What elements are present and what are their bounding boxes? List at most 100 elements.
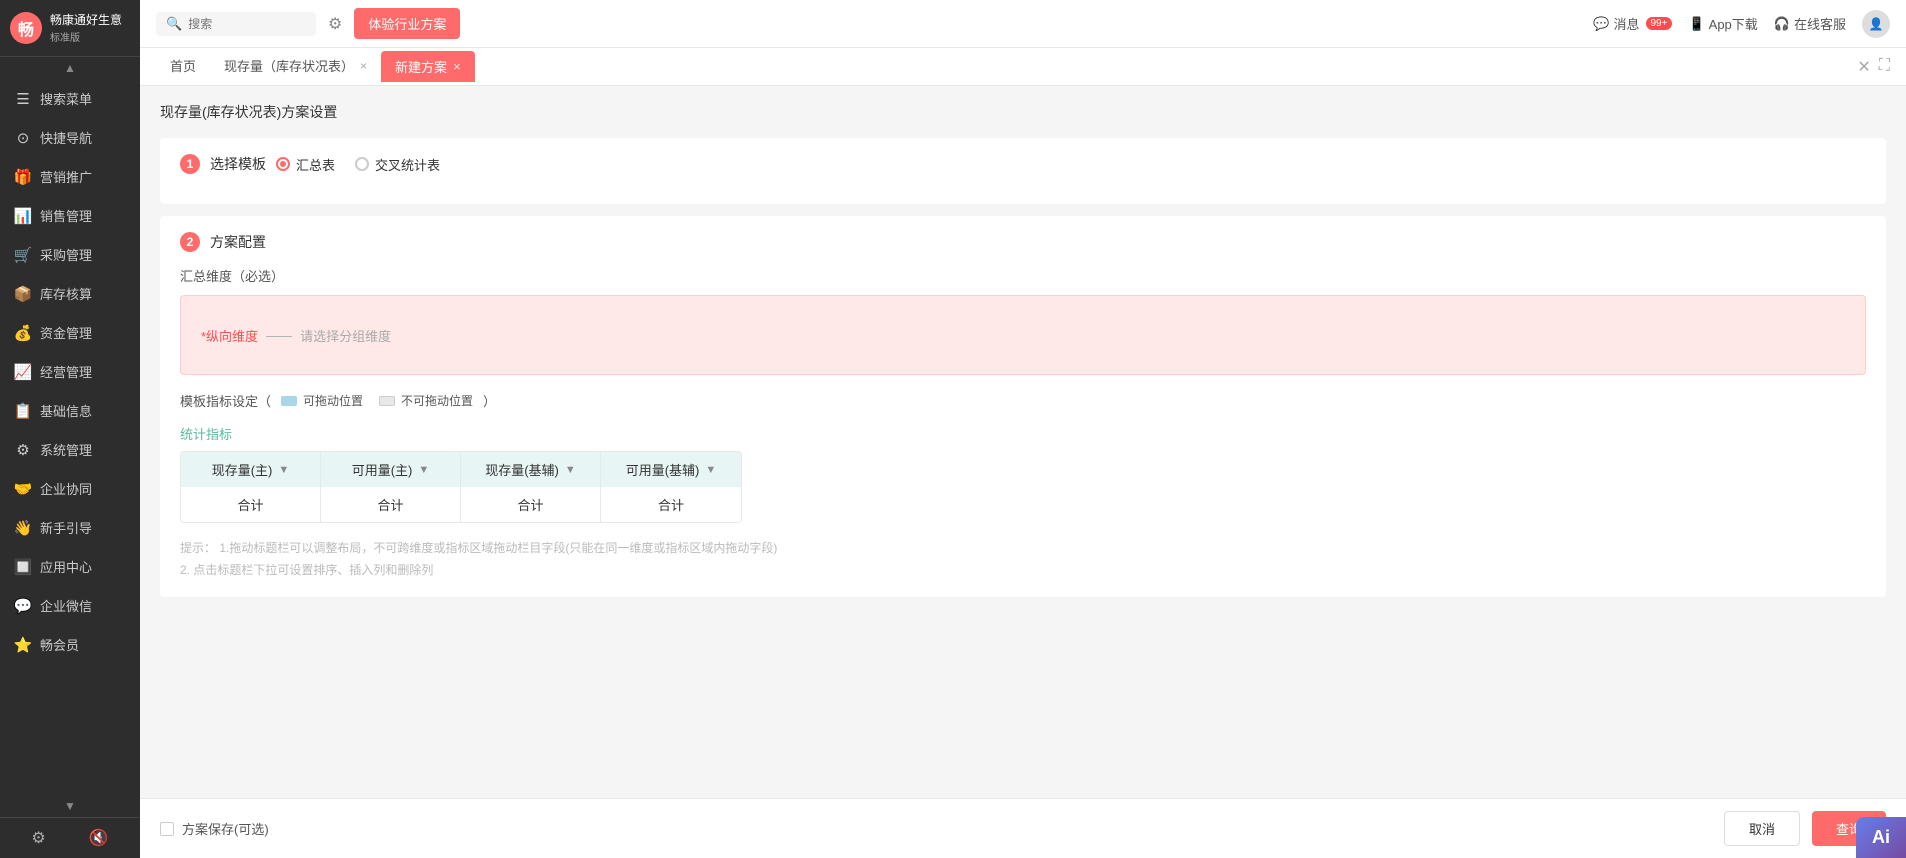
sidebar-label-sales: 销售管理 <box>40 206 92 225</box>
app-logo-icon: 畅 <box>10 12 42 44</box>
sidebar-item-marketing[interactable]: 🎁 营销推广 <box>0 157 140 196</box>
stats-col-header-label-0: 现存量(主) <box>212 460 273 479</box>
cancel-button[interactable]: 取消 <box>1724 811 1800 846</box>
col-dropdown-0[interactable]: ▼ <box>278 464 289 476</box>
sidebar-nav: ☰ 搜索菜单 ⊙ 快捷导航 🎁 营销推广 📊 销售管理 🛒 采购管理 📦 库存核… <box>0 79 140 795</box>
tabs-bar: 首页 现存量（库存状况表） × 新建方案 × ✕ ⛶ <box>140 48 1906 86</box>
legend-movable-label: 可拖动位置 <box>303 392 363 409</box>
topbar-online-service[interactable]: 🎧 在线客服 <box>1774 14 1846 33</box>
stats-col-header-1[interactable]: 可用量(主) ▼ <box>321 452 461 487</box>
sidebar-scroll-down[interactable]: ▼ <box>0 795 140 817</box>
search-icon: 🔍 <box>166 16 182 32</box>
tab-inventory-close[interactable]: × <box>360 59 367 73</box>
main-area: 🔍 ⚙ 体验行业方案 💬 消息 99+ 📱 App下载 🎧 在线客服 👤 <box>140 0 1906 858</box>
dimension-area[interactable]: *纵向维度 —— 请选择分组维度 <box>180 295 1866 375</box>
radio-summary[interactable]: 汇总表 <box>276 155 335 174</box>
tab-home[interactable]: 首页 <box>156 48 210 85</box>
sidebar-item-purchase[interactable]: 🛒 采购管理 <box>0 235 140 274</box>
message-label: 消息 <box>1613 14 1639 33</box>
message-icon: 💬 <box>1593 16 1609 32</box>
stats-col-body-3: 合计 <box>601 487 741 522</box>
stats-col-header-0[interactable]: 现存量(主) ▼ <box>181 452 321 487</box>
tab-new-scheme-label: 新建方案 <box>395 57 447 76</box>
tab-minimize-icon[interactable]: ✕ <box>1857 57 1870 77</box>
sidebar-item-search-menu[interactable]: ☰ 搜索菜单 <box>0 79 140 118</box>
tab-inventory[interactable]: 现存量（库存状况表） × <box>210 48 381 85</box>
sidebar-item-system[interactable]: ⚙ 系统管理 <box>0 430 140 469</box>
legend-color-fixed <box>379 396 395 406</box>
step1-badge: 1 <box>180 154 200 174</box>
marketing-icon: 🎁 <box>14 168 32 186</box>
hint-line-2: 2. 点击标题栏下拉可设置排序、插入列和删除列 <box>180 560 1866 582</box>
sidebar-logo: 畅 畅康通好生意 标准版 <box>0 0 140 57</box>
sidebar-label-member: 畅会员 <box>40 635 79 654</box>
col-dropdown-2[interactable]: ▼ <box>565 464 576 476</box>
trial-industry-button[interactable]: 体验行业方案 <box>354 8 460 39</box>
sidebar-item-newbie[interactable]: 👋 新手引导 <box>0 508 140 547</box>
hint-line-1: 提示： 1.拖动标题栏可以调整布局，不可跨维度或指标区域拖动栏目字段(只能在同一… <box>180 538 1866 560</box>
col-dropdown-1[interactable]: ▼ <box>418 464 429 476</box>
operations-icon: 📈 <box>14 363 32 381</box>
sidebar-label-app-center: 应用中心 <box>40 557 92 576</box>
content-area: 现存量(库存状况表)方案设置 1 选择模板 汇总表 交叉统计表 <box>140 86 1906 798</box>
sidebar-item-wechat[interactable]: 💬 企业微信 <box>0 586 140 625</box>
sidebar: 畅 畅康通好生意 标准版 ▲ ☰ 搜索菜单 ⊙ 快捷导航 🎁 营销推广 📊 销售… <box>0 0 140 858</box>
search-input[interactable] <box>188 17 288 31</box>
sidebar-item-sales[interactable]: 📊 销售管理 <box>0 196 140 235</box>
tab-new-scheme-close[interactable]: × <box>453 59 461 74</box>
sidebar-label-finance: 资金管理 <box>40 323 92 342</box>
dimension-required-text: *纵向维度 <box>201 326 258 345</box>
stats-col-header-2[interactable]: 现存量(基辅) ▼ <box>461 452 601 487</box>
sidebar-item-basic-info[interactable]: 📋 基础信息 <box>0 391 140 430</box>
radio-cross[interactable]: 交叉统计表 <box>355 155 440 174</box>
topbar-message[interactable]: 💬 消息 99+ <box>1593 14 1672 33</box>
save-checkbox[interactable]: 方案保存(可选) <box>160 819 269 838</box>
app-version: 标准版 <box>50 29 122 44</box>
sidebar-item-operations[interactable]: 📈 经营管理 <box>0 352 140 391</box>
stats-col-body-1: 合计 <box>321 487 461 522</box>
sidebar-label-enterprise: 企业协同 <box>40 479 92 498</box>
sidebar-scroll-up[interactable]: ▲ <box>0 57 140 79</box>
indicator-legend: 可拖动位置 不可拖动位置 <box>281 392 473 409</box>
dimension-placeholder: *纵向维度 —— 请选择分组维度 <box>201 326 391 345</box>
sidebar-item-enterprise[interactable]: 🤝 企业协同 <box>0 469 140 508</box>
sidebar-label-quick-nav: 快捷导航 <box>40 128 92 147</box>
sidebar-item-quick-nav[interactable]: ⊙ 快捷导航 <box>0 118 140 157</box>
settings-bottom-icon[interactable]: ⚙ <box>31 828 45 848</box>
stats-col-body-2: 合计 <box>461 487 601 522</box>
stats-col-header-label-3: 可用量(基辅) <box>626 460 700 479</box>
sidebar-item-app-center[interactable]: 🔲 应用中心 <box>0 547 140 586</box>
save-checkbox-label: 方案保存(可选) <box>182 819 269 838</box>
col-dropdown-3[interactable]: ▼ <box>705 464 716 476</box>
sidebar-label-purchase: 采购管理 <box>40 245 92 264</box>
sidebar-item-finance[interactable]: 💰 资金管理 <box>0 313 140 352</box>
stats-title: 统计指标 <box>180 424 1866 443</box>
sidebar-item-member[interactable]: ⭐ 畅会员 <box>0 625 140 664</box>
wechat-icon: 💬 <box>14 597 32 615</box>
inventory-icon: 📦 <box>14 285 32 303</box>
step1-header: 1 选择模板 汇总表 交叉统计表 <box>180 154 1866 174</box>
legend-fixed: 不可拖动位置 <box>379 392 473 409</box>
system-icon: ⚙ <box>14 441 32 459</box>
ai-badge[interactable]: Ai <box>1856 817 1906 858</box>
footer-bar: 方案保存(可选) 取消 查询 <box>140 798 1906 858</box>
indicator-label-suffix: ） <box>483 391 496 410</box>
app-center-icon: 🔲 <box>14 558 32 576</box>
topbar-gear-icon[interactable]: ⚙ <box>328 14 342 34</box>
user-avatar[interactable]: 👤 <box>1862 10 1890 38</box>
sidebar-item-inventory[interactable]: 📦 库存核算 <box>0 274 140 313</box>
save-checkbox-box[interactable] <box>160 822 174 836</box>
audio-bottom-icon[interactable]: 🔇 <box>89 828 109 848</box>
topbar-search-box[interactable]: 🔍 <box>156 12 316 36</box>
step1-title: 选择模板 <box>210 154 266 174</box>
tab-home-label: 首页 <box>170 56 196 75</box>
stats-col-header-3[interactable]: 可用量(基辅) ▼ <box>601 452 741 487</box>
tab-new-scheme[interactable]: 新建方案 × <box>381 51 475 82</box>
tab-expand-icon[interactable]: ⛶ <box>1879 57 1890 77</box>
topbar-app-download[interactable]: 📱 App下载 <box>1688 14 1757 33</box>
stats-col-header-label-1: 可用量(主) <box>352 460 413 479</box>
indicator-settings: 模板指标设定（ 可拖动位置 不可拖动位置 ） 统计指标 <box>180 391 1866 581</box>
finance-icon: 💰 <box>14 324 32 342</box>
sidebar-label-search-menu: 搜索菜单 <box>40 89 92 108</box>
sidebar-bottom: ⚙ 🔇 <box>0 817 140 858</box>
